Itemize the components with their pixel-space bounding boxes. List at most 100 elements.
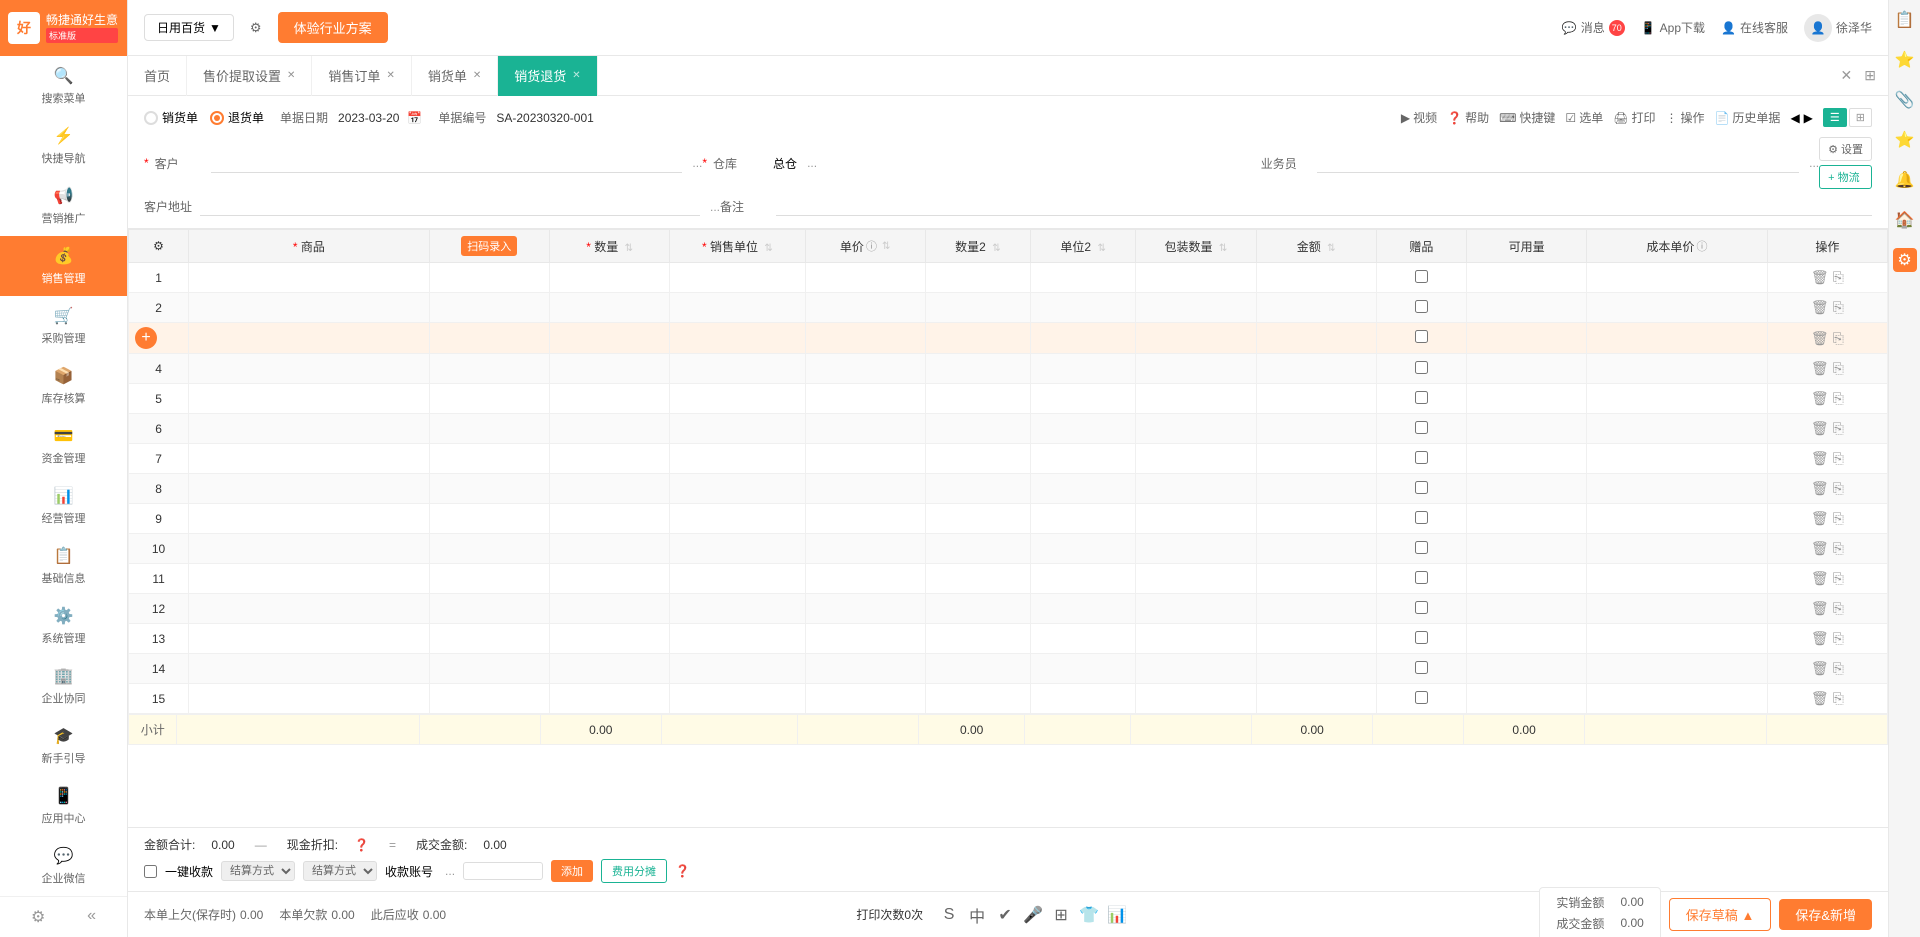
- daily-dropdown[interactable]: 日用百货 ▼: [144, 14, 234, 41]
- qty-cell[interactable]: [549, 474, 669, 504]
- customer-input[interactable]: [211, 154, 683, 173]
- copy-row-btn[interactable]: ⎘: [1833, 390, 1844, 407]
- qty-cell[interactable]: [549, 624, 669, 654]
- sidebar-settings-btn[interactable]: ⚙: [31, 907, 45, 927]
- delete-row-btn[interactable]: 🗑: [1811, 390, 1829, 407]
- unit2-cell[interactable]: [1031, 684, 1136, 714]
- qty-cell[interactable]: [549, 654, 669, 684]
- sidebar-item-wechat[interactable]: 💬 企业微信: [0, 836, 127, 896]
- print-btn[interactable]: 🖨 打印: [1613, 109, 1655, 126]
- amount-cell[interactable]: [1256, 684, 1376, 714]
- packqty-cell[interactable]: [1136, 263, 1256, 293]
- packqty-cell[interactable]: [1136, 594, 1256, 624]
- gift-cell[interactable]: [1376, 323, 1466, 354]
- copy-row-btn[interactable]: ⎘: [1833, 420, 1844, 437]
- delete-row-btn[interactable]: 🗑: [1811, 420, 1829, 437]
- sidebar-item-finance[interactable]: 💳 资金管理: [0, 416, 127, 476]
- payment-method-select[interactable]: 结算方式: [303, 861, 377, 881]
- amount-cell[interactable]: [1256, 564, 1376, 594]
- gift-cell[interactable]: [1376, 474, 1466, 504]
- amount-cell[interactable]: [1256, 263, 1376, 293]
- qty2-cell[interactable]: [925, 504, 1030, 534]
- right-icon-active[interactable]: ⚙: [1893, 248, 1917, 272]
- amount-cell[interactable]: [1256, 474, 1376, 504]
- save-new-button[interactable]: 保存&新增: [1779, 899, 1872, 930]
- amount-cell[interactable]: [1256, 384, 1376, 414]
- price-cell[interactable]: [805, 594, 925, 624]
- agent-input[interactable]: [1317, 154, 1799, 173]
- goods-cell[interactable]: [189, 684, 430, 714]
- gift-cell[interactable]: [1376, 384, 1466, 414]
- amount-cell[interactable]: [1256, 534, 1376, 564]
- gift-cell[interactable]: [1376, 654, 1466, 684]
- goods-cell[interactable]: [189, 654, 430, 684]
- copy-row-btn[interactable]: ⎘: [1833, 690, 1844, 707]
- amount-cell[interactable]: [1256, 323, 1376, 354]
- price-cell[interactable]: [805, 564, 925, 594]
- unit-cell[interactable]: [670, 354, 805, 384]
- price-cell[interactable]: [805, 444, 925, 474]
- sidebar-item-appcenter[interactable]: 📱 应用中心: [0, 776, 127, 836]
- amount-cell[interactable]: [1256, 624, 1376, 654]
- agent-select-btn[interactable]: ...: [1809, 156, 1819, 170]
- sidebar-item-inventory[interactable]: 📦 库存核算: [0, 356, 127, 416]
- unit2-cell[interactable]: [1031, 354, 1136, 384]
- qty-cell[interactable]: [549, 263, 669, 293]
- price-cell[interactable]: [805, 684, 925, 714]
- amount-cell[interactable]: [1256, 594, 1376, 624]
- unit2-cell[interactable]: [1031, 654, 1136, 684]
- customer-select-btn[interactable]: ...: [692, 156, 702, 170]
- goods-cell[interactable]: [189, 293, 430, 323]
- qty-cell[interactable]: [549, 504, 669, 534]
- delete-row-btn[interactable]: 🗑: [1811, 450, 1829, 467]
- video-btn[interactable]: ▶ 视频: [1401, 109, 1437, 126]
- packqty-cell[interactable]: [1136, 444, 1256, 474]
- tab-sales[interactable]: 销货单 ✕: [412, 56, 498, 96]
- tool-btn-3[interactable]: ✔: [993, 903, 1017, 927]
- packqty-cell[interactable]: [1136, 684, 1256, 714]
- copy-row-btn[interactable]: ⎘: [1833, 660, 1844, 677]
- sidebar-item-operation[interactable]: 📊 经营管理: [0, 476, 127, 536]
- prev-doc-btn[interactable]: ◀: [1790, 111, 1799, 125]
- delete-row-btn[interactable]: 🗑: [1811, 299, 1829, 316]
- goods-cell[interactable]: [189, 624, 430, 654]
- close-icon[interactable]: ✕: [386, 70, 394, 81]
- unit-cell[interactable]: [670, 594, 805, 624]
- delete-row-btn[interactable]: 🗑: [1811, 600, 1829, 617]
- split-btn[interactable]: 费用分摊: [601, 859, 667, 883]
- packqty-cell[interactable]: [1136, 654, 1256, 684]
- delete-row-btn[interactable]: 🗑: [1811, 269, 1829, 286]
- copy-row-btn[interactable]: ⎘: [1833, 600, 1844, 617]
- address-select-btn[interactable]: ...: [710, 200, 720, 214]
- discount-help-icon[interactable]: ❓: [354, 838, 369, 852]
- next-doc-btn[interactable]: ▶: [1804, 111, 1813, 125]
- form-settings-btn[interactable]: ⚙ 设置: [1819, 137, 1872, 161]
- unit2-cell[interactable]: [1031, 624, 1136, 654]
- qty-cell[interactable]: [549, 564, 669, 594]
- user-info[interactable]: 👤 徐泽华: [1804, 14, 1872, 42]
- gift-cell[interactable]: [1376, 534, 1466, 564]
- table-view-btn[interactable]: ⊞: [1849, 108, 1872, 127]
- copy-row-btn[interactable]: ⎘: [1833, 269, 1844, 286]
- unit2-cell[interactable]: [1031, 384, 1136, 414]
- right-icon-6[interactable]: 🏠: [1893, 208, 1917, 232]
- gift-cell[interactable]: [1376, 504, 1466, 534]
- delete-row-btn[interactable]: 🗑: [1811, 540, 1829, 557]
- qty-cell[interactable]: [549, 594, 669, 624]
- unit2-cell[interactable]: [1031, 263, 1136, 293]
- unit-cell[interactable]: [670, 263, 805, 293]
- goods-input[interactable]: [195, 331, 423, 346]
- tab-return[interactable]: 销货退货 ✕: [498, 56, 597, 96]
- sidebar-item-system[interactable]: ⚙️ 系统管理: [0, 596, 127, 656]
- copy-row-btn[interactable]: ⎘: [1833, 330, 1844, 347]
- unit2-cell[interactable]: [1031, 564, 1136, 594]
- shortcut-btn[interactable]: ⌨ 快捷键: [1499, 109, 1555, 126]
- add-payment-btn[interactable]: 添加: [551, 860, 593, 882]
- qty2-cell[interactable]: [925, 594, 1030, 624]
- right-icon-2[interactable]: ⭐: [1893, 48, 1917, 72]
- delete-row-btn[interactable]: 🗑: [1811, 660, 1829, 677]
- goods-cell[interactable]: [189, 414, 430, 444]
- gift-cell[interactable]: [1376, 684, 1466, 714]
- qty2-cell[interactable]: [925, 654, 1030, 684]
- delete-row-btn[interactable]: 🗑: [1811, 480, 1829, 497]
